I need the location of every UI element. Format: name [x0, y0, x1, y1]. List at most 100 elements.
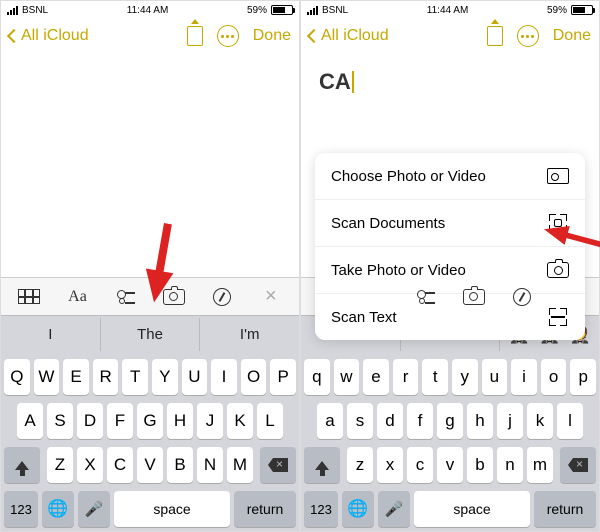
- table-icon[interactable]: [12, 283, 46, 311]
- close-toolbar-icon[interactable]: ×: [254, 283, 288, 311]
- key-s[interactable]: s: [347, 403, 373, 439]
- chevron-left-icon: [307, 29, 321, 43]
- markup-icon[interactable]: [205, 283, 239, 311]
- key-t[interactable]: t: [422, 359, 448, 395]
- share-icon[interactable]: [187, 26, 203, 46]
- key-t[interactable]: T: [122, 359, 148, 395]
- key-n[interactable]: N: [197, 447, 223, 483]
- camera-icon[interactable]: [157, 283, 191, 311]
- key-b[interactable]: B: [167, 447, 193, 483]
- key-g[interactable]: g: [437, 403, 463, 439]
- shift-key[interactable]: [304, 447, 340, 483]
- key-m[interactable]: m: [527, 447, 553, 483]
- predictive-suggestion[interactable]: The: [101, 318, 201, 351]
- key-q[interactable]: q: [304, 359, 330, 395]
- key-i[interactable]: i: [511, 359, 537, 395]
- back-button[interactable]: All iCloud: [9, 27, 89, 45]
- space-key[interactable]: space: [414, 491, 530, 527]
- backspace-key[interactable]: [560, 447, 596, 483]
- key-k[interactable]: k: [527, 403, 553, 439]
- key-a[interactable]: a: [317, 403, 343, 439]
- key-x[interactable]: x: [377, 447, 403, 483]
- key-d[interactable]: D: [77, 403, 103, 439]
- globe-key[interactable]: 🌐: [42, 491, 74, 527]
- mic-key[interactable]: 🎤: [378, 491, 410, 527]
- key-f[interactable]: f: [407, 403, 433, 439]
- return-key[interactable]: return: [534, 491, 596, 527]
- key-c[interactable]: c: [407, 447, 433, 483]
- key-h[interactable]: h: [467, 403, 493, 439]
- key-z[interactable]: z: [347, 447, 373, 483]
- numbers-key[interactable]: 123: [4, 491, 38, 527]
- key-l[interactable]: l: [557, 403, 583, 439]
- key-f[interactable]: F: [107, 403, 133, 439]
- key-e[interactable]: e: [363, 359, 389, 395]
- globe-key[interactable]: 🌐: [342, 491, 374, 527]
- back-label: All iCloud: [321, 27, 389, 45]
- key-d[interactable]: d: [377, 403, 403, 439]
- menu-label: Take Photo or Video: [331, 262, 466, 279]
- key-x[interactable]: X: [77, 447, 103, 483]
- key-p[interactable]: p: [570, 359, 596, 395]
- numbers-key[interactable]: 123: [304, 491, 338, 527]
- note-content[interactable]: [1, 53, 299, 277]
- checklist-icon[interactable]: [109, 283, 143, 311]
- key-a[interactable]: A: [17, 403, 43, 439]
- key-w[interactable]: W: [34, 359, 60, 395]
- text-format-icon[interactable]: Aa: [60, 283, 94, 311]
- space-key[interactable]: space: [114, 491, 230, 527]
- key-z[interactable]: Z: [47, 447, 73, 483]
- key-v[interactable]: V: [137, 447, 163, 483]
- key-p[interactable]: P: [270, 359, 296, 395]
- key-y[interactable]: Y: [152, 359, 178, 395]
- menu-scan-text[interactable]: Scan Text: [315, 294, 585, 340]
- key-e[interactable]: E: [63, 359, 89, 395]
- key-i[interactable]: I: [211, 359, 237, 395]
- menu-scan-documents[interactable]: Scan Documents: [315, 200, 585, 247]
- key-k[interactable]: K: [227, 403, 253, 439]
- key-b[interactable]: b: [467, 447, 493, 483]
- share-icon[interactable]: [487, 26, 503, 46]
- key-m[interactable]: M: [227, 447, 253, 483]
- done-button[interactable]: Done: [253, 27, 291, 45]
- backspace-key[interactable]: [260, 447, 296, 483]
- key-o[interactable]: O: [241, 359, 267, 395]
- key-u[interactable]: U: [182, 359, 208, 395]
- chevron-left-icon: [7, 29, 21, 43]
- menu-take-photo[interactable]: Take Photo or Video: [315, 247, 585, 294]
- menu-label: Scan Documents: [331, 215, 445, 232]
- more-icon[interactable]: [517, 25, 539, 47]
- key-g[interactable]: G: [137, 403, 163, 439]
- note-text: CA: [319, 69, 581, 95]
- menu-choose-photo[interactable]: Choose Photo or Video: [315, 153, 585, 200]
- mic-key[interactable]: 🎤: [78, 491, 110, 527]
- keyboard: QWERTYUIOP ASDFGHJKL ZXCVBNM 123 🌐 🎤 spa…: [1, 353, 299, 531]
- note-content[interactable]: CA Choose Photo or Video Scan Documents …: [301, 53, 599, 277]
- key-w[interactable]: w: [334, 359, 360, 395]
- key-s[interactable]: S: [47, 403, 73, 439]
- key-j[interactable]: J: [197, 403, 223, 439]
- signal-icon: [7, 6, 18, 15]
- predictive-suggestion[interactable]: I'm: [200, 318, 299, 351]
- key-h[interactable]: H: [167, 403, 193, 439]
- shift-key[interactable]: [4, 447, 40, 483]
- key-r[interactable]: r: [393, 359, 419, 395]
- key-l[interactable]: L: [257, 403, 283, 439]
- key-o[interactable]: o: [541, 359, 567, 395]
- key-c[interactable]: C: [107, 447, 133, 483]
- done-button[interactable]: Done: [553, 27, 591, 45]
- key-u[interactable]: u: [482, 359, 508, 395]
- key-v[interactable]: v: [437, 447, 463, 483]
- scan-text-icon: [547, 308, 569, 326]
- back-button[interactable]: All iCloud: [309, 27, 389, 45]
- text-cursor: [352, 71, 354, 93]
- return-key[interactable]: return: [234, 491, 296, 527]
- predictive-suggestion[interactable]: I: [1, 318, 101, 351]
- more-icon[interactable]: [217, 25, 239, 47]
- camera-menu: Choose Photo or Video Scan Documents Tak…: [315, 153, 585, 340]
- key-r[interactable]: R: [93, 359, 119, 395]
- key-y[interactable]: y: [452, 359, 478, 395]
- key-n[interactable]: n: [497, 447, 523, 483]
- key-j[interactable]: j: [497, 403, 523, 439]
- key-q[interactable]: Q: [4, 359, 30, 395]
